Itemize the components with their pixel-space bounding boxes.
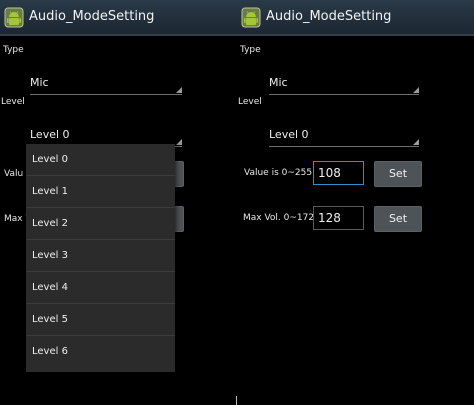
dropdown-option-level-6[interactable]: Level 6 [26,336,175,368]
maxvol-set-button[interactable]: Set [374,206,422,232]
type-spinner-value: Mic [30,76,49,89]
spinner-arrow-icon [413,87,419,93]
app-title: Audio_ModeSetting [266,9,392,24]
android-icon [4,7,24,28]
dropdown-option-level-0[interactable]: Level 0 [26,144,175,176]
type-label: Type [240,45,261,55]
spinner-arrow-icon [176,87,182,93]
dropdown-option-level-5[interactable]: Level 5 [26,304,175,336]
value-set-button[interactable]: Set [374,161,422,187]
value-label: Valu [4,169,24,179]
level-label: Level [238,97,262,107]
dropdown-option-level-4[interactable]: Level 4 [26,272,175,304]
title-bar: Audio_ModeSetting [237,0,474,36]
dropdown-option-level-2[interactable]: Level 2 [26,208,175,240]
level-dropdown-list: Level 0 Level 1 Level 2 Level 3 Level 4 … [26,144,175,372]
dropdown-option-level-3[interactable]: Level 3 [26,240,175,272]
value-input[interactable]: 108 [313,161,364,185]
dropdown-option-level-1[interactable]: Level 1 [26,176,175,208]
value-range-label: Value is 0~255 [244,168,313,178]
android-icon [241,7,261,28]
left-screen: Audio_ModeSetting Type Mic Level Level 0… [0,0,237,405]
spinner-arrow-icon [413,139,419,145]
maxvol-range-label: Max Vol. 0~172 [243,213,315,223]
maxvol-input[interactable]: 128 [313,206,364,230]
level-spinner-value: Level 0 [30,128,70,141]
title-bar: Audio_ModeSetting [0,0,237,36]
level-spinner-value: Level 0 [269,128,309,141]
spinner-arrow-icon [176,139,182,145]
type-spinner[interactable]: Mic [269,74,419,95]
type-spinner-value: Mic [269,76,288,89]
text-cursor [236,396,237,405]
type-spinner[interactable]: Mic [30,74,182,95]
app-title: Audio_ModeSetting [29,9,155,24]
level-spinner[interactable]: Level 0 [269,126,419,147]
type-label: Type [3,45,24,55]
right-screen: Audio_ModeSetting Type Mic Level Level 0… [237,0,474,405]
level-label: Level [1,97,25,107]
